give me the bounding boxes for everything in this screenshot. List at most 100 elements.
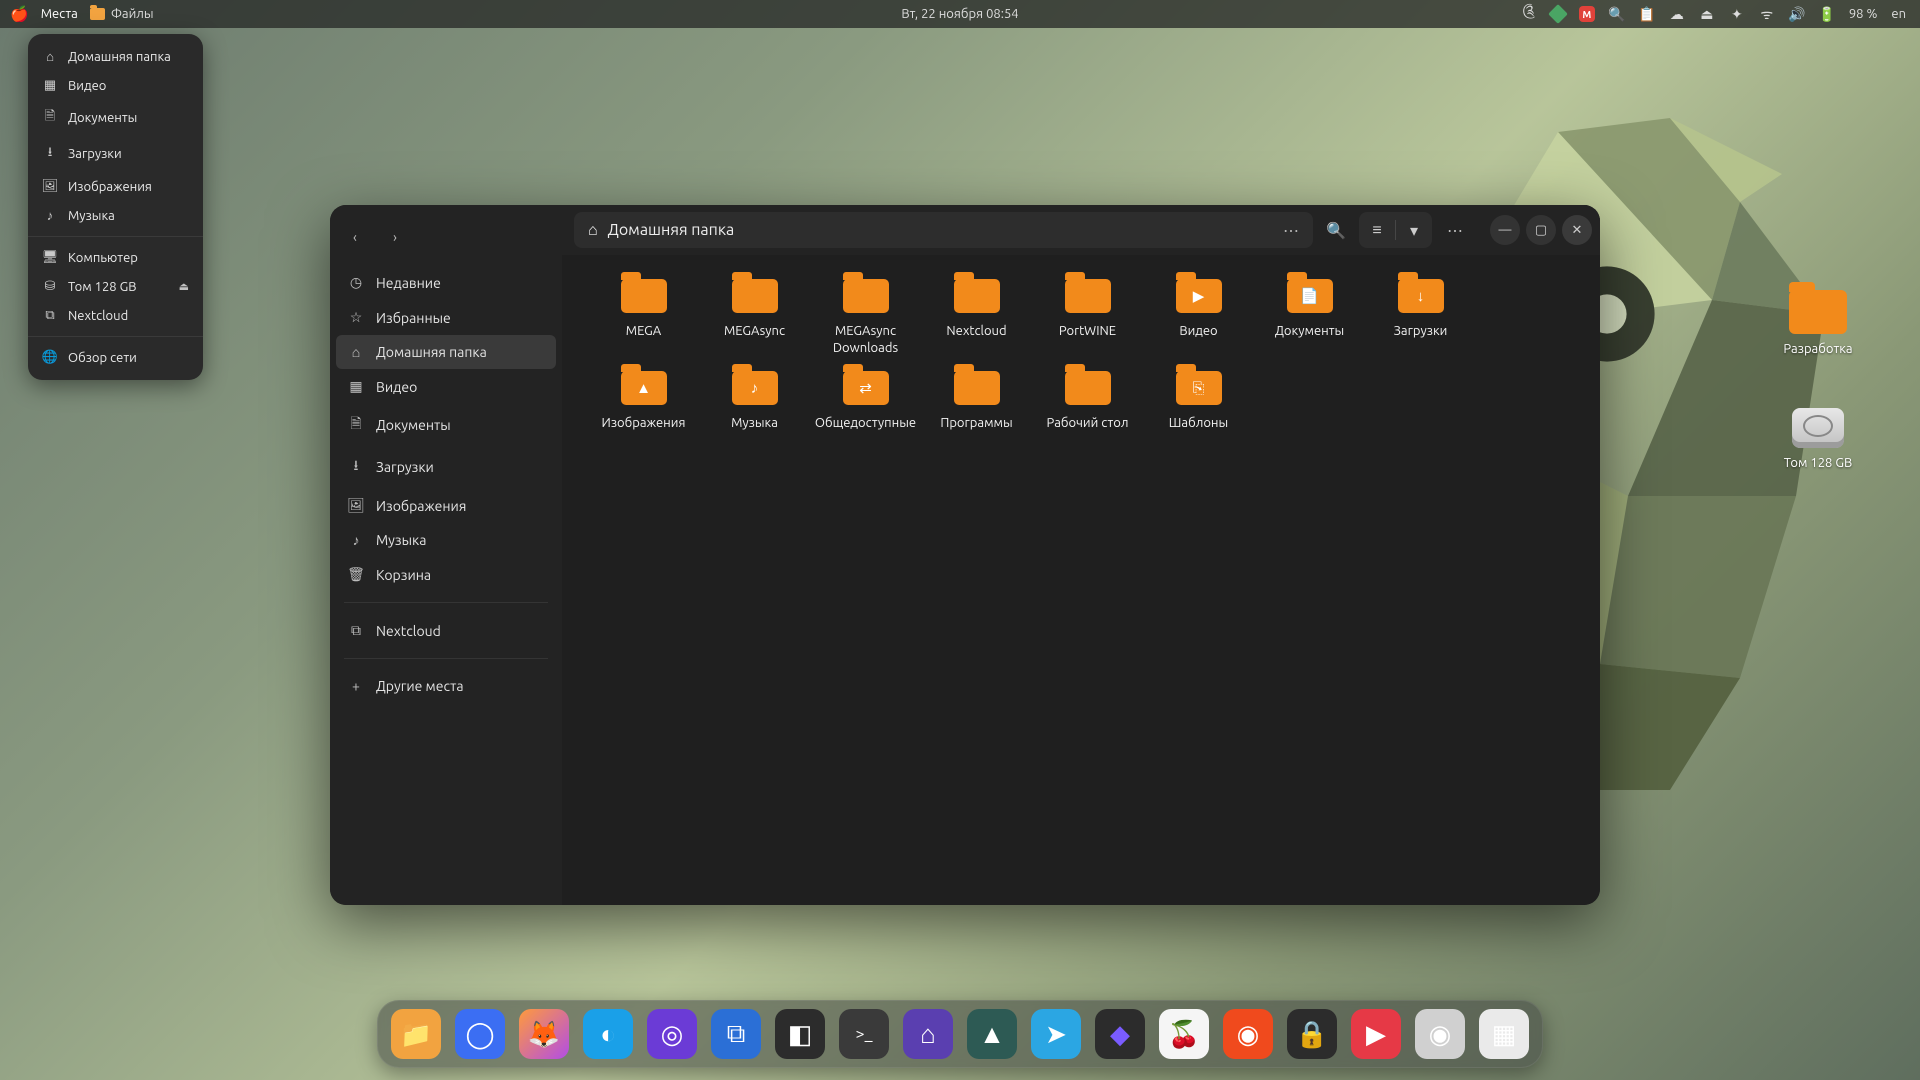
tray-wifi-icon[interactable]: ᯤ	[1759, 6, 1775, 22]
dock-figma[interactable]: ◧	[775, 1009, 825, 1059]
close-button[interactable]: ✕	[1562, 215, 1592, 245]
sidebar-downloads[interactable]: ⭳Загрузки	[330, 446, 562, 488]
folder-icon	[732, 279, 778, 313]
folder-label: MEGAsync	[699, 323, 810, 340]
sidebar-images[interactable]: 🖼Изображения	[330, 488, 562, 523]
folder-item[interactable]: ⇄Общедоступные	[810, 367, 921, 432]
dock-telegram[interactable]: ➤	[1031, 1009, 1081, 1059]
places-item[interactable]: ▦Видео	[28, 71, 203, 100]
desktop-drive[interactable]: Том 128 GB	[1770, 408, 1866, 470]
dock-apps[interactable]: ▦	[1479, 1009, 1529, 1059]
eject-icon[interactable]: ⏏	[179, 280, 189, 293]
places-dropdown: ⌂Домашняя папка▦Видео🗎Документы⭳Загрузки…	[28, 34, 203, 380]
sidebar-trash[interactable]: 🗑Корзина	[330, 557, 562, 592]
dock-terminal[interactable]: >_	[839, 1009, 889, 1059]
path-bar[interactable]: ⌂ Домашняя папка ⋯	[574, 212, 1313, 248]
dock-disks[interactable]: ◉	[1415, 1009, 1465, 1059]
folder-icon	[843, 279, 889, 313]
sidebar-starred[interactable]: ☆Избранные	[330, 300, 562, 335]
tray-eject-icon[interactable]: ⏏	[1699, 6, 1715, 22]
places-mount-label: Компьютер	[68, 251, 138, 265]
places-mount[interactable]: ⛁Том 128 GB⏏	[28, 272, 203, 301]
folder-item[interactable]: ▲Изображения	[588, 367, 699, 432]
dock-vscode[interactable]: ⧉	[711, 1009, 761, 1059]
sidebar-home[interactable]: ⌂Домашняя папка	[336, 335, 556, 369]
folder-item[interactable]: 📄Документы	[1254, 275, 1365, 357]
keyboard-lang[interactable]: en	[1891, 7, 1906, 21]
menu-places[interactable]: Места	[41, 7, 78, 21]
sidebar-nextcloud[interactable]: ⧉Nextcloud	[330, 613, 562, 648]
folder-item[interactable]: MEGAsync Downloads	[810, 275, 921, 357]
hamburger-menu-button[interactable]: ⋯	[1438, 213, 1472, 247]
folder-item[interactable]: ↓ Загрузки	[1365, 275, 1476, 357]
folder-icon	[1789, 290, 1847, 334]
forward-button[interactable]: ›	[378, 220, 412, 254]
clock[interactable]: Вт, 22 ноября 08:54	[901, 7, 1018, 21]
tray-mega-icon[interactable]: M	[1579, 6, 1595, 22]
sidebar-other-places[interactable]: +Другие места	[330, 669, 562, 703]
dock-app1[interactable]: ▲	[967, 1009, 1017, 1059]
folder-icon	[90, 8, 105, 20]
dock-chromium[interactable]: ◯	[455, 1009, 505, 1059]
folder-item[interactable]: Рабочий стол	[1032, 367, 1143, 432]
dock-media[interactable]: ▶	[1351, 1009, 1401, 1059]
places-item[interactable]: 🖼Изображения	[28, 172, 203, 201]
separator	[344, 602, 548, 603]
folder-item[interactable]: MEGAsync	[699, 275, 810, 357]
dock-browser[interactable]: ◐	[583, 1009, 633, 1059]
folder-icon: ↓	[1398, 279, 1444, 313]
folder-label: Загрузки	[1365, 323, 1476, 340]
folder-item[interactable]: ⎘Шаблоны	[1143, 367, 1254, 432]
desktop-folder[interactable]: Разработка	[1770, 290, 1866, 356]
maximize-button[interactable]: ▢	[1526, 215, 1556, 245]
places-mount[interactable]: 🖥Компьютер	[28, 243, 203, 272]
places-network[interactable]: 🌐 Обзор сети	[28, 343, 203, 372]
sidebar-video[interactable]: ▦Видео	[330, 369, 562, 404]
menu-files[interactable]: Файлы	[90, 7, 154, 21]
folder-item[interactable]: ♪Музыка	[699, 367, 810, 432]
places-item[interactable]: ♪Музыка	[28, 201, 203, 230]
tray-chat-icon[interactable]: ☁	[1669, 6, 1685, 22]
folder-icon	[621, 279, 667, 313]
cloud-icon: ⧉	[348, 622, 364, 639]
tray-volume-icon[interactable]: 🔊	[1789, 6, 1805, 22]
dock-app2[interactable]: ◉	[1223, 1009, 1273, 1059]
places-item[interactable]: ⌂Домашняя папка	[28, 42, 203, 71]
tray-battery-icon[interactable]: 🔋	[1819, 6, 1835, 22]
folder-item[interactable]: Программы	[921, 367, 1032, 432]
sidebar-label: Домашняя папка	[376, 344, 487, 360]
sidebar-documents[interactable]: 🗎Документы	[330, 404, 562, 446]
folder-label: Программы	[921, 415, 1032, 432]
sidebar-music[interactable]: ♪Музыка	[330, 523, 562, 557]
folder-item[interactable]: PortWINE	[1032, 275, 1143, 357]
places-item[interactable]: ⭳Загрузки	[28, 136, 203, 172]
drive-icon: ⛁	[42, 279, 58, 294]
folder-item[interactable]: ▶Видео	[1143, 275, 1254, 357]
tray-extension-icon[interactable]: ✦	[1729, 6, 1745, 22]
places-item[interactable]: 🗎Документы	[28, 100, 203, 136]
dock-files[interactable]: 📁	[391, 1009, 441, 1059]
dock-lock[interactable]: 🔒	[1287, 1009, 1337, 1059]
tray-sync-icon[interactable]	[1548, 4, 1568, 24]
places-mount[interactable]: ⧉Nextcloud	[28, 301, 203, 330]
dock-cherry[interactable]: 🍒	[1159, 1009, 1209, 1059]
apple-menu-icon[interactable]: 🍎	[10, 5, 29, 23]
tray-clipboard-icon[interactable]: 📋	[1639, 6, 1655, 22]
view-dropdown-button[interactable]: ▾	[1396, 221, 1432, 240]
dock-firefox[interactable]: 🦊	[519, 1009, 569, 1059]
dock-tor[interactable]: ◎	[647, 1009, 697, 1059]
search-button[interactable]: 🔍	[1319, 213, 1353, 247]
tray-graph-icon[interactable]: ༊	[1521, 6, 1537, 22]
back-button[interactable]: ‹	[338, 220, 372, 254]
folder-item[interactable]: Nextcloud	[921, 275, 1032, 357]
minimize-button[interactable]: —	[1490, 215, 1520, 245]
folder-item[interactable]: MEGA	[588, 275, 699, 357]
view-list-button[interactable]: ≡	[1359, 221, 1395, 240]
dock-obsidian[interactable]: ◆	[1095, 1009, 1145, 1059]
sidebar-recent[interactable]: ◷Недавние	[330, 265, 562, 300]
places-item-label: Домашняя папка	[68, 50, 171, 64]
tray-search-icon[interactable]: 🔍	[1609, 6, 1625, 22]
dock-github[interactable]: ⌂	[903, 1009, 953, 1059]
folder-label: PortWINE	[1032, 323, 1143, 340]
path-menu-icon[interactable]: ⋯	[1283, 221, 1299, 240]
